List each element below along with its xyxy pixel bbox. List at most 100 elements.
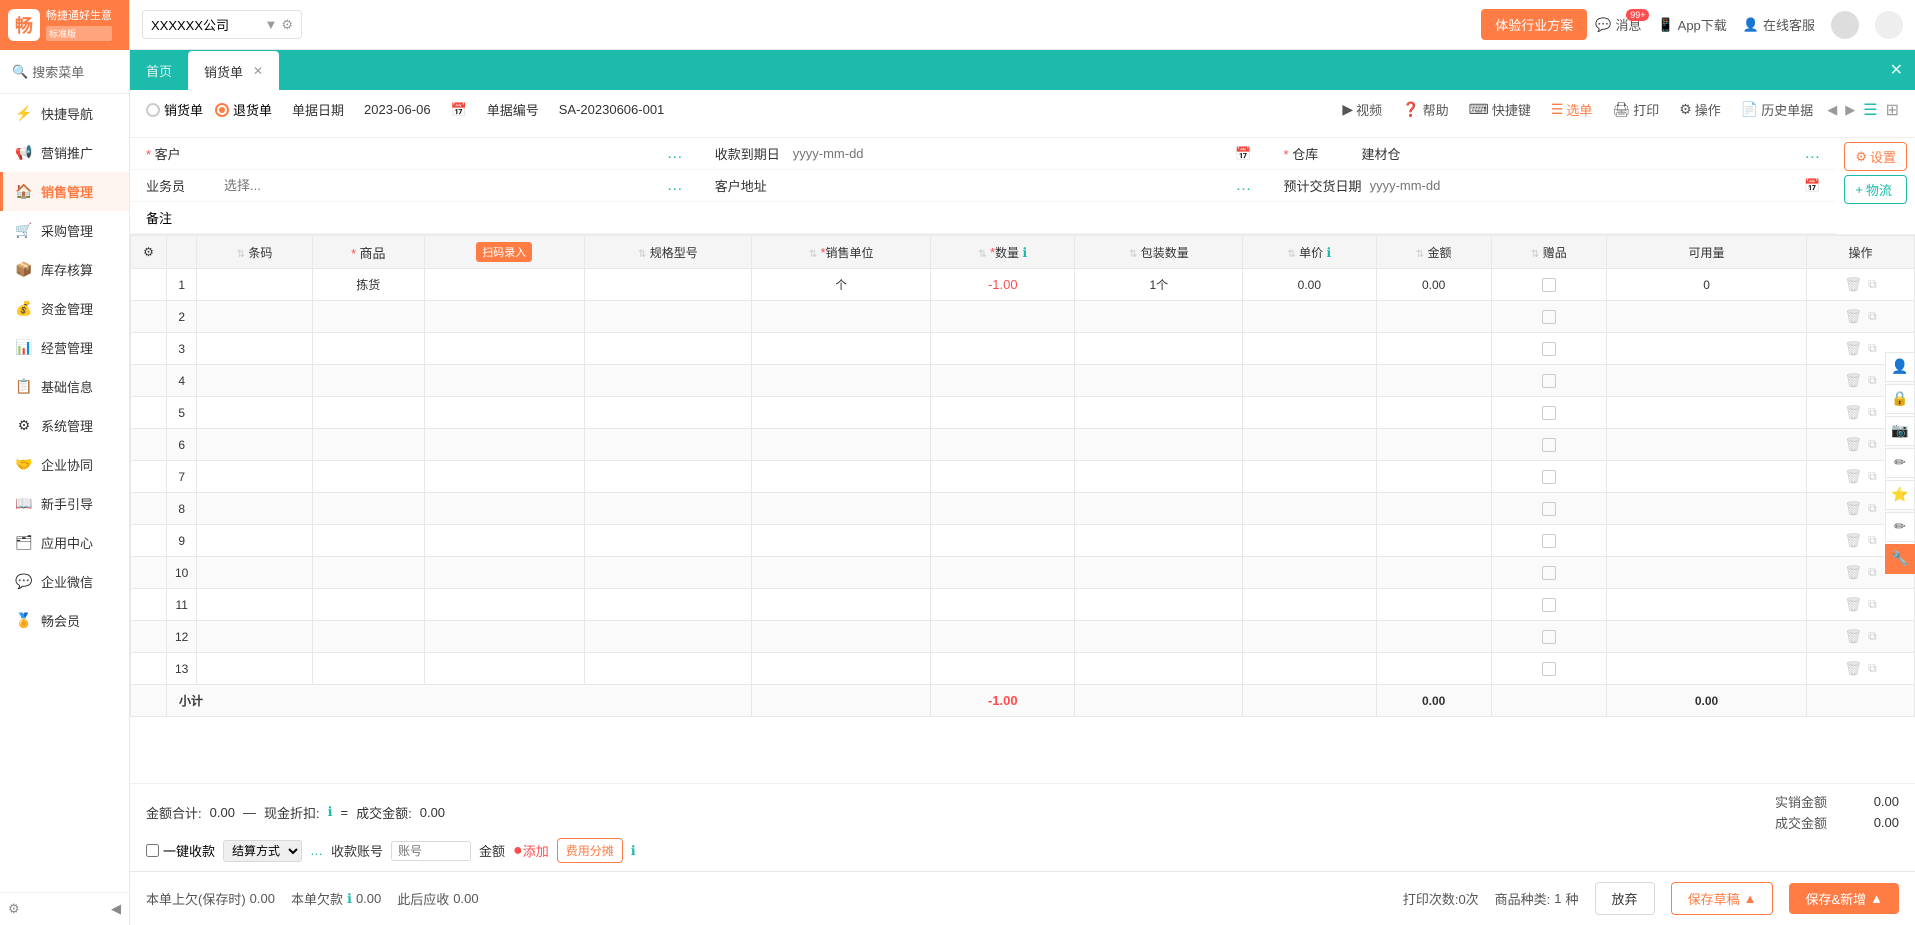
sidebar-item-member[interactable]: 🏅 畅会员 — [0, 601, 129, 640]
customer-input[interactable] — [224, 146, 659, 161]
due-date-cal-icon[interactable]: 📅 — [1235, 146, 1251, 162]
gift-checkbox-11[interactable] — [1542, 598, 1556, 612]
salesman-input[interactable] — [224, 178, 659, 193]
sidebar-search-area[interactable]: 🔍 搜索菜单 — [0, 50, 129, 94]
gift-checkbox-10[interactable] — [1542, 566, 1556, 580]
search-menu-button[interactable]: 🔍 搜索菜单 — [8, 58, 121, 85]
delete-icon-6[interactable]: 🗑 — [1844, 436, 1862, 453]
row1-price[interactable]: 0.00 — [1243, 269, 1376, 301]
expected-date-cal-icon[interactable]: 📅 — [1804, 178, 1820, 194]
save-new-dropdown-icon[interactable]: ▲ — [1870, 891, 1883, 906]
row1-barcode[interactable] — [197, 269, 312, 301]
settle-method-select[interactable]: 结算方式 — [223, 840, 302, 862]
row1-qty[interactable]: -1.00 — [931, 269, 1075, 301]
cash-discount-info-icon[interactable]: ℹ — [328, 804, 333, 820]
right-panel-edit[interactable]: ✏ — [1885, 448, 1915, 478]
save-draft-btn[interactable]: 保存草稿 ▲ — [1671, 882, 1774, 915]
expected-date-input[interactable] — [1370, 178, 1797, 193]
owe-info-icon[interactable]: ℹ — [347, 891, 352, 907]
gift-checkbox-2[interactable] — [1542, 310, 1556, 324]
close-all-btn[interactable]: ✕ — [1878, 60, 1915, 80]
toolbar-history[interactable]: 📄历史单据 — [1735, 98, 1819, 121]
due-date-input[interactable] — [793, 146, 1228, 161]
delete-icon-8[interactable]: 🗑 — [1844, 500, 1862, 517]
customer-more-icon[interactable]: … — [667, 145, 683, 163]
company-selector[interactable]: XXXXXX公司 ▼ ⚙ — [142, 10, 302, 39]
delete-icon-1[interactable]: 🗑 — [1844, 276, 1862, 293]
toolbar-help[interactable]: ❓帮助 — [1396, 98, 1454, 121]
tab-home[interactable]: 首页 — [130, 50, 188, 90]
gift-checkbox-5[interactable] — [1542, 406, 1556, 420]
delete-icon-10[interactable]: 🗑 — [1844, 564, 1862, 581]
copy-icon-13[interactable]: ⧉ — [1868, 661, 1877, 676]
copy-icon-11[interactable]: ⧉ — [1868, 597, 1877, 612]
tab-sales-order[interactable]: 销货单 ✕ — [188, 51, 279, 91]
one-click-cb[interactable] — [146, 844, 159, 857]
copy-icon-12[interactable]: ⧉ — [1868, 629, 1877, 644]
user-avatar[interactable] — [1831, 11, 1859, 39]
delete-icon-11[interactable]: 🗑 — [1844, 596, 1862, 613]
toolbar-shortcut[interactable]: ⌨快捷键 — [1463, 98, 1537, 121]
user-avatar2[interactable] — [1875, 11, 1903, 39]
nav-next-icon[interactable]: ▶ — [1845, 102, 1855, 118]
discard-btn[interactable]: 放弃 — [1595, 882, 1655, 915]
online-service-btn[interactable]: 👤 在线客服 — [1743, 15, 1815, 34]
company-settings-icon[interactable]: ⚙ — [281, 17, 293, 33]
gift-checkbox-4[interactable] — [1542, 374, 1556, 388]
sidebar-item-sales[interactable]: 🏠 销售管理 — [0, 172, 129, 211]
delete-icon-9[interactable]: 🗑 — [1844, 532, 1862, 549]
remark-input[interactable] — [180, 210, 1820, 225]
th-settings[interactable]: ⚙ — [131, 236, 167, 269]
scan-btn[interactable]: 扫码录入 — [476, 242, 532, 262]
delete-icon-12[interactable]: 🗑 — [1844, 628, 1862, 645]
gift-checkbox-9[interactable] — [1542, 534, 1556, 548]
sidebar-item-base[interactable]: 📋 基础信息 — [0, 367, 129, 406]
toolbar-video[interactable]: ▶视频 — [1336, 98, 1388, 121]
save-new-btn[interactable]: 保存&新增 ▲ — [1789, 883, 1899, 914]
copy-icon-5[interactable]: ⧉ — [1868, 405, 1877, 420]
copy-icon-10[interactable]: ⧉ — [1868, 565, 1877, 580]
copy-icon-1[interactable]: ⧉ — [1868, 277, 1877, 292]
row1-spec[interactable] — [584, 269, 752, 301]
right-panel-star[interactable]: ⭐ — [1885, 480, 1915, 510]
one-click-payment-checkbox[interactable]: 一键收款 — [146, 841, 215, 860]
copy-icon-7[interactable]: ⧉ — [1868, 469, 1877, 484]
sidebar-item-marketing[interactable]: 📢 营销推广 — [0, 133, 129, 172]
toolbar-select[interactable]: ☰选单 — [1545, 98, 1599, 121]
settle-method-dots[interactable]: … — [310, 843, 323, 858]
copy-icon-4[interactable]: ⧉ — [1868, 373, 1877, 388]
customer-addr-input[interactable] — [793, 178, 1228, 193]
sidebar-item-shortcut[interactable]: ⚡ 快捷导航 — [0, 94, 129, 133]
sidebar-item-collab[interactable]: 🤝 企业协同 — [0, 445, 129, 484]
copy-icon-8[interactable]: ⧉ — [1868, 501, 1877, 516]
sidebar-item-purchase[interactable]: 🛒 采购管理 — [0, 211, 129, 250]
copy-icon-9[interactable]: ⧉ — [1868, 533, 1877, 548]
right-panel-pencil[interactable]: ✏ — [1885, 512, 1915, 542]
sidebar-item-newbie[interactable]: 📖 新手引导 — [0, 484, 129, 523]
radio-sale[interactable]: 销货单 — [146, 100, 203, 119]
sidebar-item-inventory[interactable]: 📦 库存核算 — [0, 250, 129, 289]
delete-icon-3[interactable]: 🗑 — [1844, 340, 1862, 357]
expense-info-icon[interactable]: ℹ — [631, 843, 636, 859]
delete-icon-5[interactable]: 🗑 — [1844, 404, 1862, 421]
settings-btn[interactable]: ⚙ 设置 — [1844, 142, 1907, 171]
sidebar-item-app[interactable]: 🗂 应用中心 — [0, 523, 129, 562]
gift-checkbox-12[interactable] — [1542, 630, 1556, 644]
salesman-more-icon[interactable]: … — [667, 177, 683, 195]
sidebar-item-wechat[interactable]: 💬 企业微信 — [0, 562, 129, 601]
gift-checkbox-6[interactable] — [1542, 438, 1556, 452]
toolbar-op[interactable]: ⚙操作 — [1673, 98, 1727, 121]
gift-checkbox-13[interactable] — [1542, 662, 1556, 676]
right-panel-orange[interactable]: 🔧 — [1885, 544, 1915, 574]
delete-icon-13[interactable]: 🗑 — [1844, 660, 1862, 677]
sidebar-item-finance[interactable]: 💰 资金管理 — [0, 289, 129, 328]
delete-icon-7[interactable]: 🗑 — [1844, 468, 1862, 485]
gift-checkbox-1[interactable] — [1542, 278, 1556, 292]
trial-btn[interactable]: 体验行业方案 — [1481, 9, 1587, 40]
sidebar-settings-icon[interactable]: ⚙ — [8, 901, 20, 917]
message-btn[interactable]: 💬 消息 99+ — [1595, 15, 1641, 34]
right-panel-lock[interactable]: 🔒 — [1885, 384, 1915, 414]
expense-btn[interactable]: 费用分摊 — [557, 838, 623, 863]
sidebar-collapse-icon[interactable]: ◀ — [111, 901, 121, 917]
add-payment-btn[interactable]: ● 添加 — [513, 841, 549, 860]
